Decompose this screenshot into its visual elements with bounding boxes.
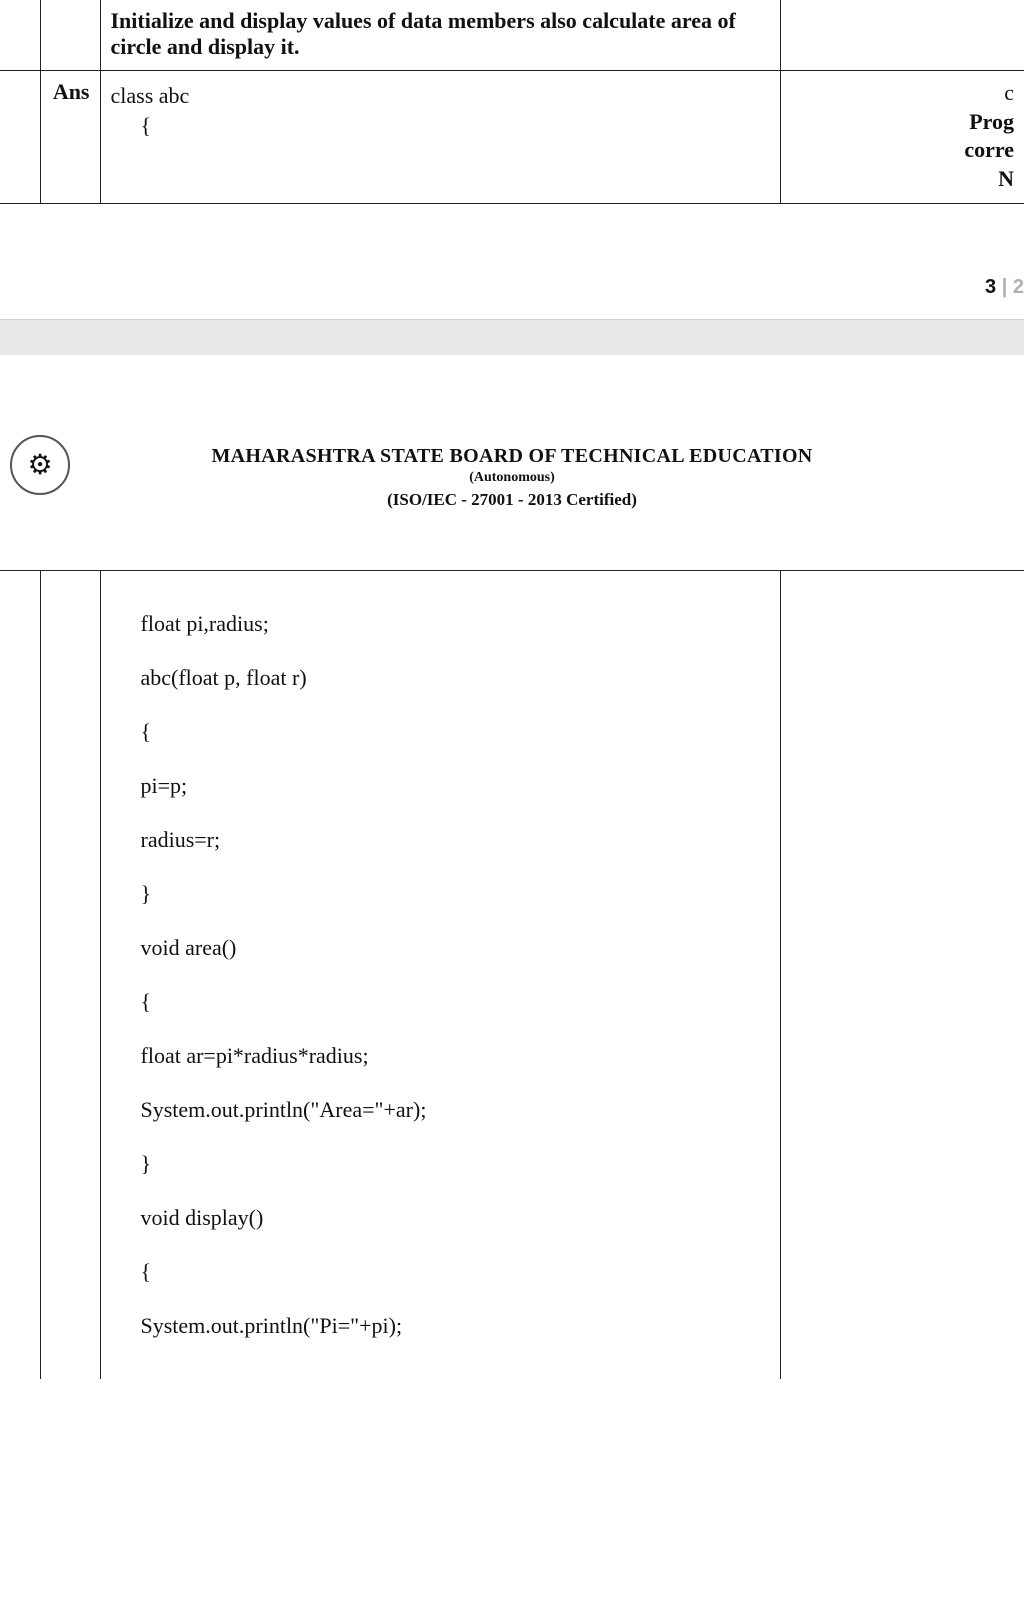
code-line: System.out.println("Pi="+pi); (141, 1313, 770, 1339)
code-line: float pi,radius; (141, 611, 770, 637)
code-line: abc(float p, float r) (141, 665, 770, 691)
empty-cell (0, 71, 40, 204)
marks-cell (780, 0, 1024, 71)
code-line: void area() (141, 935, 770, 961)
answer-table-top: Initialize and display values of data me… (0, 0, 1024, 204)
question-text: Initialize and display values of data me… (100, 0, 780, 71)
code-line: void display() (141, 1205, 770, 1231)
code-line: } (141, 881, 770, 907)
empty-cell (40, 0, 100, 71)
board-certification: (ISO/IEC - 27001 - 2013 Certified) (152, 490, 872, 510)
empty-cell (40, 571, 100, 1380)
marks-cell (780, 571, 1024, 1380)
page-current: 3 (985, 276, 996, 298)
code-line: } (141, 1151, 770, 1177)
margin-note: N (791, 165, 1015, 194)
margin-note: Prog (791, 108, 1015, 137)
empty-cell (0, 571, 40, 1380)
code-line: float ar=pi*radius*radius; (141, 1043, 770, 1069)
code-line: { (141, 989, 770, 1015)
code-line: { (141, 1259, 770, 1285)
answer-label: Ans (40, 71, 100, 204)
page-total: 2 (1013, 276, 1024, 298)
board-logo-icon: ⚙ (10, 435, 70, 495)
code-line: class abc (111, 83, 770, 109)
code-line: { (141, 719, 770, 745)
page-1-fragment: Initialize and display values of data me… (0, 0, 1024, 320)
answer-table-continued: float pi,radius; abc(float p, float r) {… (0, 570, 1024, 1379)
code-line: { (111, 113, 770, 139)
page-gap (0, 320, 1024, 355)
margin-notes: c Prog corre N (780, 71, 1024, 204)
code-block: float pi,radius; abc(float p, float r) {… (111, 611, 770, 1339)
page-number: 3 | 2 (985, 276, 1024, 299)
code-cell: float pi,radius; abc(float p, float r) {… (100, 571, 780, 1380)
page-2: ⚙ MAHARASHTRA STATE BOARD OF TECHNICAL E… (0, 355, 1024, 1600)
logo-glyph: ⚙ (27, 448, 52, 482)
code-line: System.out.println("Area="+ar); (141, 1097, 770, 1123)
code-line: pi=p; (141, 773, 770, 799)
board-title: MAHARASHTRA STATE BOARD OF TECHNICAL EDU… (152, 445, 872, 468)
empty-cell (0, 0, 40, 71)
margin-note: corre (791, 136, 1015, 165)
code-line: radius=r; (141, 827, 770, 853)
board-subtitle: (Autonomous) (152, 470, 872, 486)
document-header: MAHARASHTRA STATE BOARD OF TECHNICAL EDU… (152, 445, 872, 510)
margin-note: c (791, 79, 1015, 108)
code-cell-top: class abc { (100, 71, 780, 204)
page-sep: | (996, 276, 1013, 298)
